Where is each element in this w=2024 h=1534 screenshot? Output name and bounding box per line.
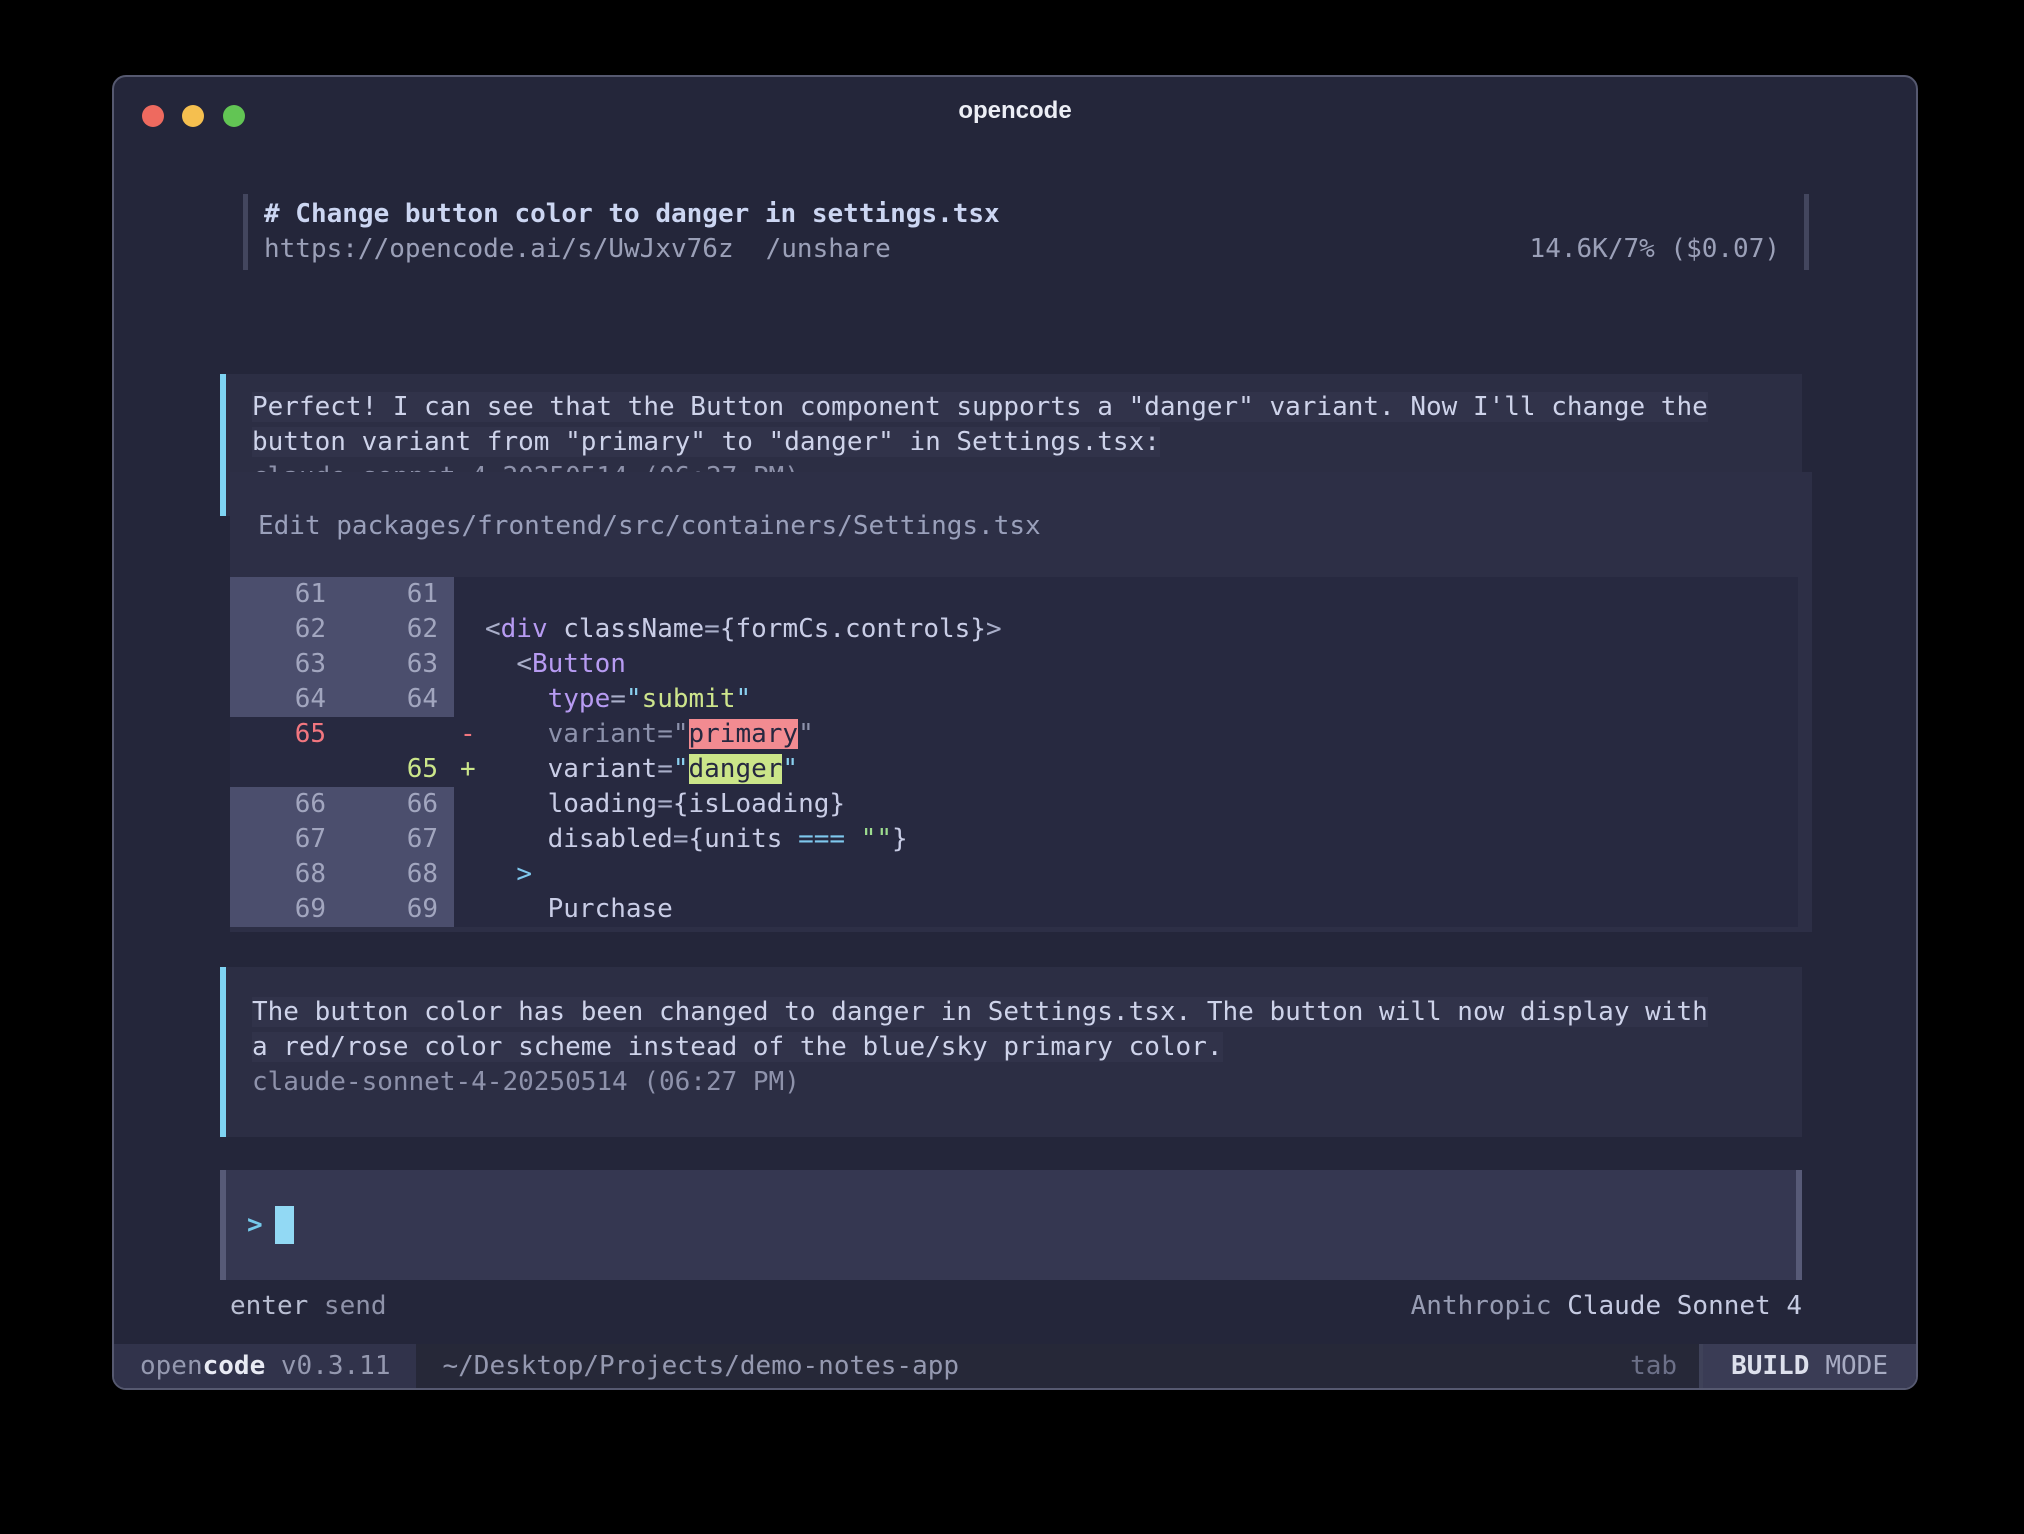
prompt-caret: > bbox=[247, 1210, 263, 1240]
code-line: <div className={formCs.controls}> bbox=[482, 612, 1798, 647]
diff-row: 6363 <Button bbox=[230, 647, 1798, 682]
line-number-old: 67 bbox=[230, 822, 342, 857]
diff-marker bbox=[454, 647, 482, 682]
diff-marker bbox=[454, 892, 482, 927]
code-line: > bbox=[482, 857, 1798, 892]
message-text: The button color has been changed to dan… bbox=[252, 995, 1802, 1030]
statusbar: opencode v0.3.11 ~/Desktop/Projects/demo… bbox=[114, 1344, 1916, 1388]
line-number-old: 69 bbox=[230, 892, 342, 927]
line-number-new: 61 bbox=[342, 577, 454, 612]
line-number-new: 65 bbox=[342, 752, 454, 787]
code-line: variant="danger" bbox=[482, 752, 1798, 787]
unshare-command[interactable]: /unshare bbox=[766, 232, 891, 267]
message-meta: claude-sonnet-4-20250514 (06:27 PM) bbox=[252, 1065, 1802, 1100]
opencode-window: opencode # Change button color to danger… bbox=[112, 75, 1918, 1390]
window-title: opencode bbox=[114, 97, 1916, 125]
diff-row: 6161 bbox=[230, 577, 1798, 612]
line-number-new: 64 bbox=[342, 682, 454, 717]
edit-tool-block: Edit packages/frontend/src/containers/Se… bbox=[230, 472, 1812, 932]
message-text: Perfect! I can see that the Button compo… bbox=[252, 390, 1802, 425]
line-number-new: 67 bbox=[342, 822, 454, 857]
hint-row: enter send Anthropic Claude Sonnet 4 bbox=[230, 1289, 1802, 1324]
model-label: Anthropic Claude Sonnet 4 bbox=[1411, 1289, 1802, 1324]
edit-tool-header: Edit packages/frontend/src/containers/Se… bbox=[258, 510, 1041, 542]
enter-hint: enter send bbox=[230, 1289, 387, 1324]
diff-row: 65+ variant="danger" bbox=[230, 752, 1798, 787]
assistant-message: The button color has been changed to dan… bbox=[220, 967, 1802, 1137]
line-number-old: 62 bbox=[230, 612, 342, 647]
diff-marker bbox=[454, 787, 482, 822]
line-number-old: 65 bbox=[230, 717, 342, 752]
diff-marker: + bbox=[454, 752, 482, 787]
line-number-old bbox=[230, 752, 342, 787]
code-line: <Button bbox=[482, 647, 1798, 682]
message-text: a red/rose color scheme instead of the b… bbox=[252, 1030, 1802, 1065]
prompt-input[interactable]: > bbox=[220, 1170, 1802, 1280]
code-line: loading={isLoading} bbox=[482, 787, 1798, 822]
session-header: # Change button color to danger in setti… bbox=[243, 194, 1809, 270]
working-directory: ~/Desktop/Projects/demo-notes-app bbox=[442, 1344, 959, 1388]
line-number-new: 63 bbox=[342, 647, 454, 682]
code-line: variant="primary" bbox=[482, 717, 1798, 752]
token-stats: 14.6K/7% ($0.07) bbox=[1530, 232, 1780, 267]
diff-marker bbox=[454, 612, 482, 647]
line-number-new: 68 bbox=[342, 857, 454, 892]
code-line: Purchase bbox=[482, 892, 1798, 927]
diff-view: 61616262 <div className={formCs.controls}… bbox=[230, 577, 1798, 927]
diff-marker bbox=[454, 857, 482, 892]
session-title: # Change button color to danger in setti… bbox=[264, 197, 1784, 232]
line-number-old: 64 bbox=[230, 682, 342, 717]
diff-marker bbox=[454, 682, 482, 717]
diff-row: 6767 disabled={units === ""} bbox=[230, 822, 1798, 857]
diff-row: 6969 Purchase bbox=[230, 892, 1798, 927]
message-text: button variant from "primary" to "danger… bbox=[252, 425, 1802, 460]
app-version-badge: opencode v0.3.11 bbox=[114, 1344, 416, 1388]
line-number-old: 61 bbox=[230, 577, 342, 612]
line-number-old: 66 bbox=[230, 787, 342, 822]
diff-row: 6666 loading={isLoading} bbox=[230, 787, 1798, 822]
prompt-cursor bbox=[275, 1206, 294, 1244]
code-line: disabled={units === ""} bbox=[482, 822, 1798, 857]
diff-marker: - bbox=[454, 717, 482, 752]
session-share-url[interactable]: https://opencode.ai/s/UwJxv76z bbox=[264, 232, 734, 267]
line-number-new: 69 bbox=[342, 892, 454, 927]
mode-badge: BUILDMODE bbox=[1703, 1344, 1916, 1388]
diff-row: 6262 <div className={formCs.controls}> bbox=[230, 612, 1798, 647]
line-number-new: 62 bbox=[342, 612, 454, 647]
code-line bbox=[482, 577, 1798, 612]
diff-marker bbox=[454, 822, 482, 857]
diff-row: 6868 > bbox=[230, 857, 1798, 892]
line-number-old: 68 bbox=[230, 857, 342, 892]
diff-row: 65 - variant="primary" bbox=[230, 717, 1798, 752]
titlebar: opencode bbox=[114, 77, 1916, 147]
tab-key-hint[interactable]: tab bbox=[1630, 1344, 1677, 1388]
line-number-new bbox=[342, 717, 454, 752]
line-number-new: 66 bbox=[342, 787, 454, 822]
line-number-old: 63 bbox=[230, 647, 342, 682]
diff-row: 6464 type="submit" bbox=[230, 682, 1798, 717]
code-line: type="submit" bbox=[482, 682, 1798, 717]
diff-marker bbox=[454, 577, 482, 612]
